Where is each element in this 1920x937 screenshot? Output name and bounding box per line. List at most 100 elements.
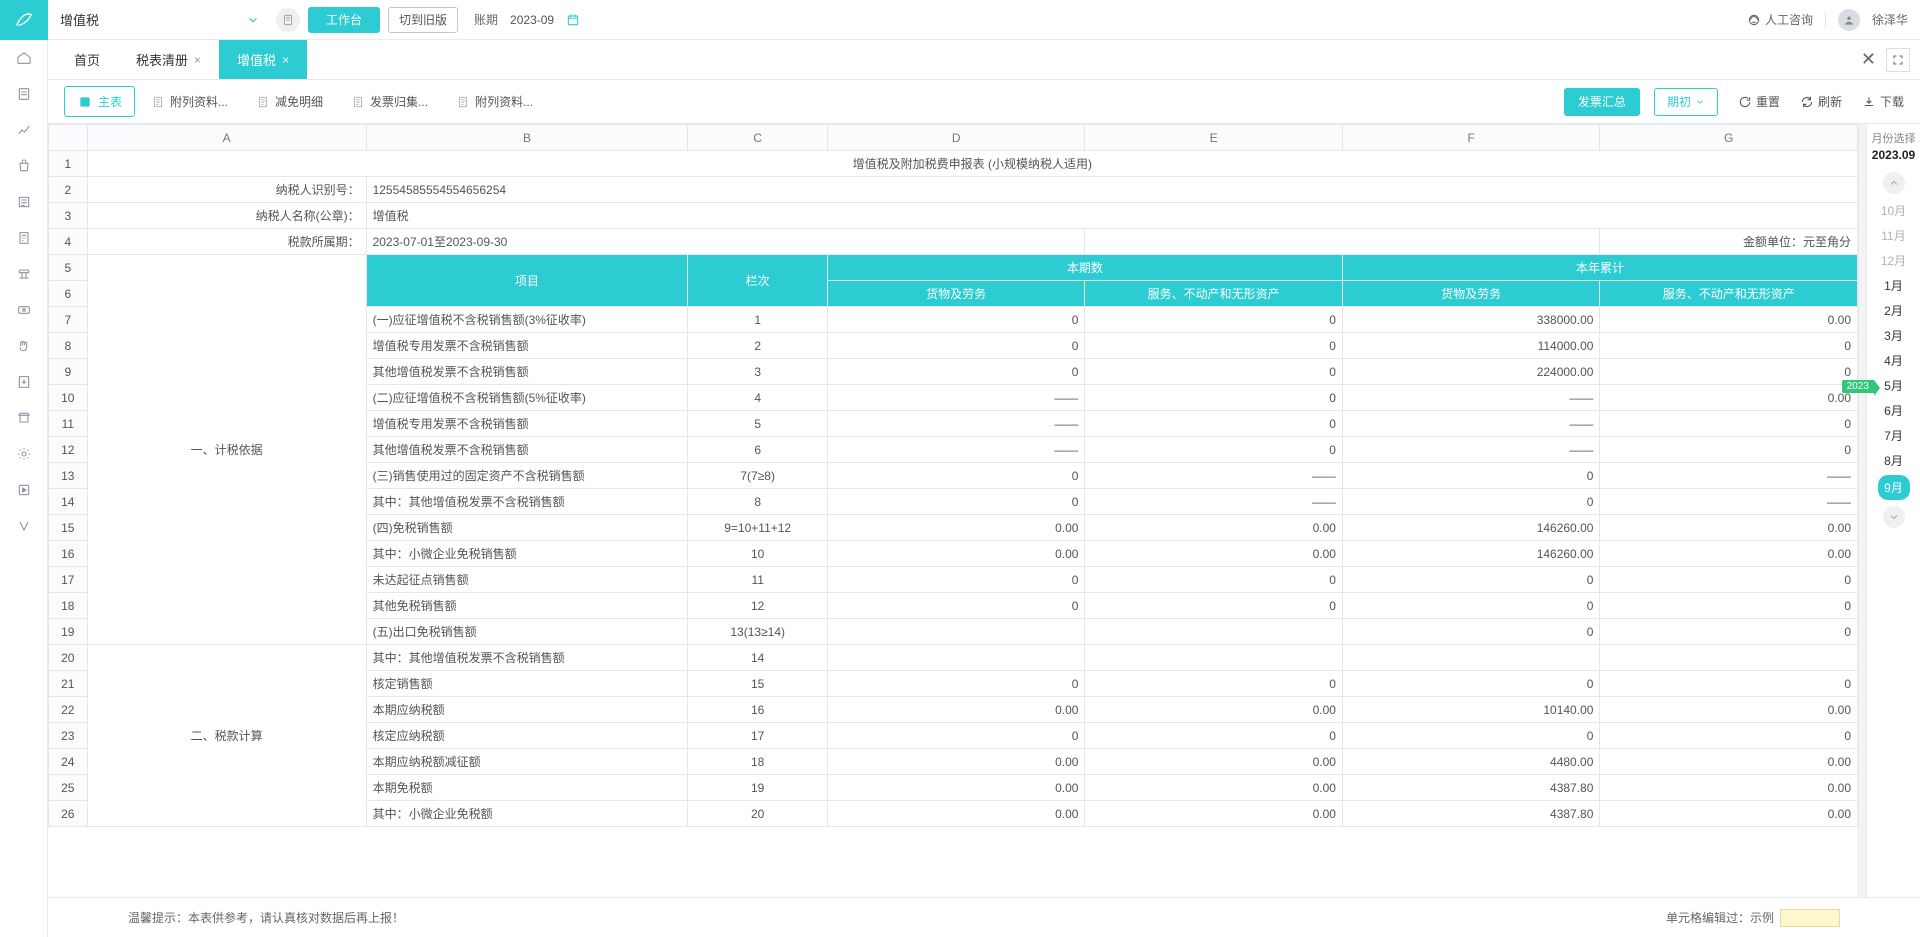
cell[interactable]: 23 (49, 723, 88, 749)
cell[interactable] (1342, 645, 1600, 671)
cell[interactable]: 24 (49, 749, 88, 775)
cell[interactable]: 6 (49, 281, 88, 307)
cell[interactable]: 0 (827, 723, 1085, 749)
nav-home-icon[interactable] (0, 40, 48, 76)
cell[interactable]: 增值税专用发票不含税销售额 (366, 411, 688, 437)
cell[interactable]: 0 (1342, 593, 1600, 619)
cell[interactable]: 其他免税销售额 (366, 593, 688, 619)
cell[interactable]: C (688, 125, 827, 151)
cell[interactable]: 0.00 (1085, 515, 1343, 541)
cell[interactable]: 核定销售额 (366, 671, 688, 697)
cell[interactable]: 25 (49, 775, 88, 801)
cell[interactable]: 0.00 (1085, 697, 1343, 723)
cell[interactable]: (四)免税销售额 (366, 515, 688, 541)
cell[interactable]: G (1600, 125, 1858, 151)
cell[interactable]: 货物及劳务 (827, 281, 1085, 307)
cell[interactable]: 10140.00 (1342, 697, 1600, 723)
sub-tab[interactable]: 主表 (64, 86, 135, 117)
cell[interactable]: 17 (688, 723, 827, 749)
cell[interactable]: 本年累计 (1342, 255, 1857, 281)
invoice-summary-button[interactable]: 发票汇总 (1564, 88, 1640, 116)
month-down-arrow[interactable] (1883, 506, 1905, 528)
workbench-button[interactable]: 工作台 (308, 7, 380, 33)
cell[interactable]: 12 (688, 593, 827, 619)
cell[interactable]: 0 (1600, 723, 1858, 749)
cell[interactable]: 税款所属期： (87, 229, 366, 255)
cell[interactable]: —— (1085, 489, 1343, 515)
cell[interactable]: 纳税人识别号： (87, 177, 366, 203)
cell[interactable] (49, 125, 88, 151)
reset-button[interactable]: 重置 (1738, 93, 1780, 110)
cell[interactable]: 11 (49, 411, 88, 437)
cell[interactable]: 0 (827, 359, 1085, 385)
cell[interactable]: 9 (49, 359, 88, 385)
cell[interactable]: (三)销售使用过的固定资产不含税销售额 (366, 463, 688, 489)
cell[interactable]: 0 (1600, 359, 1858, 385)
main-tab[interactable]: 增值税× (219, 40, 307, 79)
cell[interactable]: 0 (1342, 463, 1600, 489)
sub-tab[interactable]: 发票归集... (339, 86, 440, 117)
nav-tax-icon[interactable] (0, 256, 48, 292)
cell[interactable]: 21 (49, 671, 88, 697)
cell[interactable]: 0 (1085, 567, 1343, 593)
cell[interactable]: 本期数 (827, 255, 1342, 281)
cell[interactable]: 其他增值税发票不含税销售额 (366, 359, 688, 385)
month-up-arrow[interactable] (1883, 172, 1905, 194)
period-start-button[interactable]: 期初 (1654, 88, 1718, 116)
month-option[interactable]: 9月 (1878, 475, 1910, 500)
sub-tab[interactable]: 附列资料... (139, 86, 240, 117)
cell[interactable]: (五)出口免税销售额 (366, 619, 688, 645)
sub-tab[interactable]: 减免明细 (244, 86, 335, 117)
cell[interactable]: 10 (688, 541, 827, 567)
cell[interactable]: 0.00 (1085, 775, 1343, 801)
cell[interactable]: 0.00 (1600, 697, 1858, 723)
cell[interactable]: 项目 (366, 255, 688, 307)
cell[interactable]: 本期应纳税额 (366, 697, 688, 723)
cell[interactable]: 其他增值税发票不含税销售额 (366, 437, 688, 463)
nav-hand-icon[interactable] (0, 328, 48, 364)
cell[interactable]: 增值税专用发票不含税销售额 (366, 333, 688, 359)
cell[interactable]: 0 (827, 489, 1085, 515)
cell[interactable]: 20 (688, 801, 827, 827)
cell[interactable]: —— (1600, 489, 1858, 515)
cell[interactable]: 其中：其他增值税发票不含税销售额 (366, 645, 688, 671)
cell[interactable]: 服务、不动产和无形资产 (1085, 281, 1343, 307)
cell[interactable]: 0.00 (827, 775, 1085, 801)
cell[interactable]: 4 (49, 229, 88, 255)
cell[interactable]: 13 (49, 463, 88, 489)
cell[interactable]: 1 (688, 307, 827, 333)
cell[interactable]: 338000.00 (1342, 307, 1600, 333)
cell[interactable]: 0.00 (827, 801, 1085, 827)
cell[interactable]: 16 (49, 541, 88, 567)
cell[interactable]: 0.00 (1600, 385, 1858, 411)
cell[interactable]: 0 (1600, 567, 1858, 593)
month-option[interactable]: 4月 (1867, 348, 1920, 373)
cell[interactable]: 6 (688, 437, 827, 463)
cell[interactable]: 3 (49, 203, 88, 229)
cell[interactable] (1085, 229, 1600, 255)
cell[interactable]: 19 (688, 775, 827, 801)
cell[interactable]: 0 (1342, 671, 1600, 697)
cell[interactable]: 26 (49, 801, 88, 827)
cell[interactable]: 7(7≥8) (688, 463, 827, 489)
nav-export-icon[interactable] (0, 364, 48, 400)
cell[interactable] (827, 645, 1085, 671)
vertical-scrollbar[interactable] (1858, 124, 1866, 897)
cell[interactable]: 1 (49, 151, 88, 177)
cell[interactable]: —— (1342, 411, 1600, 437)
cell[interactable]: 增值税及附加税费申报表 (小规模纳税人适用) (87, 151, 1857, 177)
cell[interactable]: 0.00 (1600, 307, 1858, 333)
cell[interactable]: 增值税 (366, 203, 1857, 229)
cell[interactable]: 4387.80 (1342, 775, 1600, 801)
nav-bag-icon[interactable] (0, 148, 48, 184)
month-option[interactable]: 6月 (1867, 398, 1920, 423)
nav-v-icon[interactable] (0, 508, 48, 544)
cell[interactable]: 0.00 (1600, 515, 1858, 541)
cell[interactable]: 12 (49, 437, 88, 463)
cell[interactable]: 12554585554554656254 (366, 177, 1857, 203)
fullscreen-icon[interactable] (1886, 48, 1910, 72)
cell[interactable]: (二)应征增值税不含税销售额(5%征收率) (366, 385, 688, 411)
cell[interactable]: 0.00 (827, 697, 1085, 723)
cell[interactable]: —— (1342, 385, 1600, 411)
cell[interactable]: 0 (1600, 333, 1858, 359)
